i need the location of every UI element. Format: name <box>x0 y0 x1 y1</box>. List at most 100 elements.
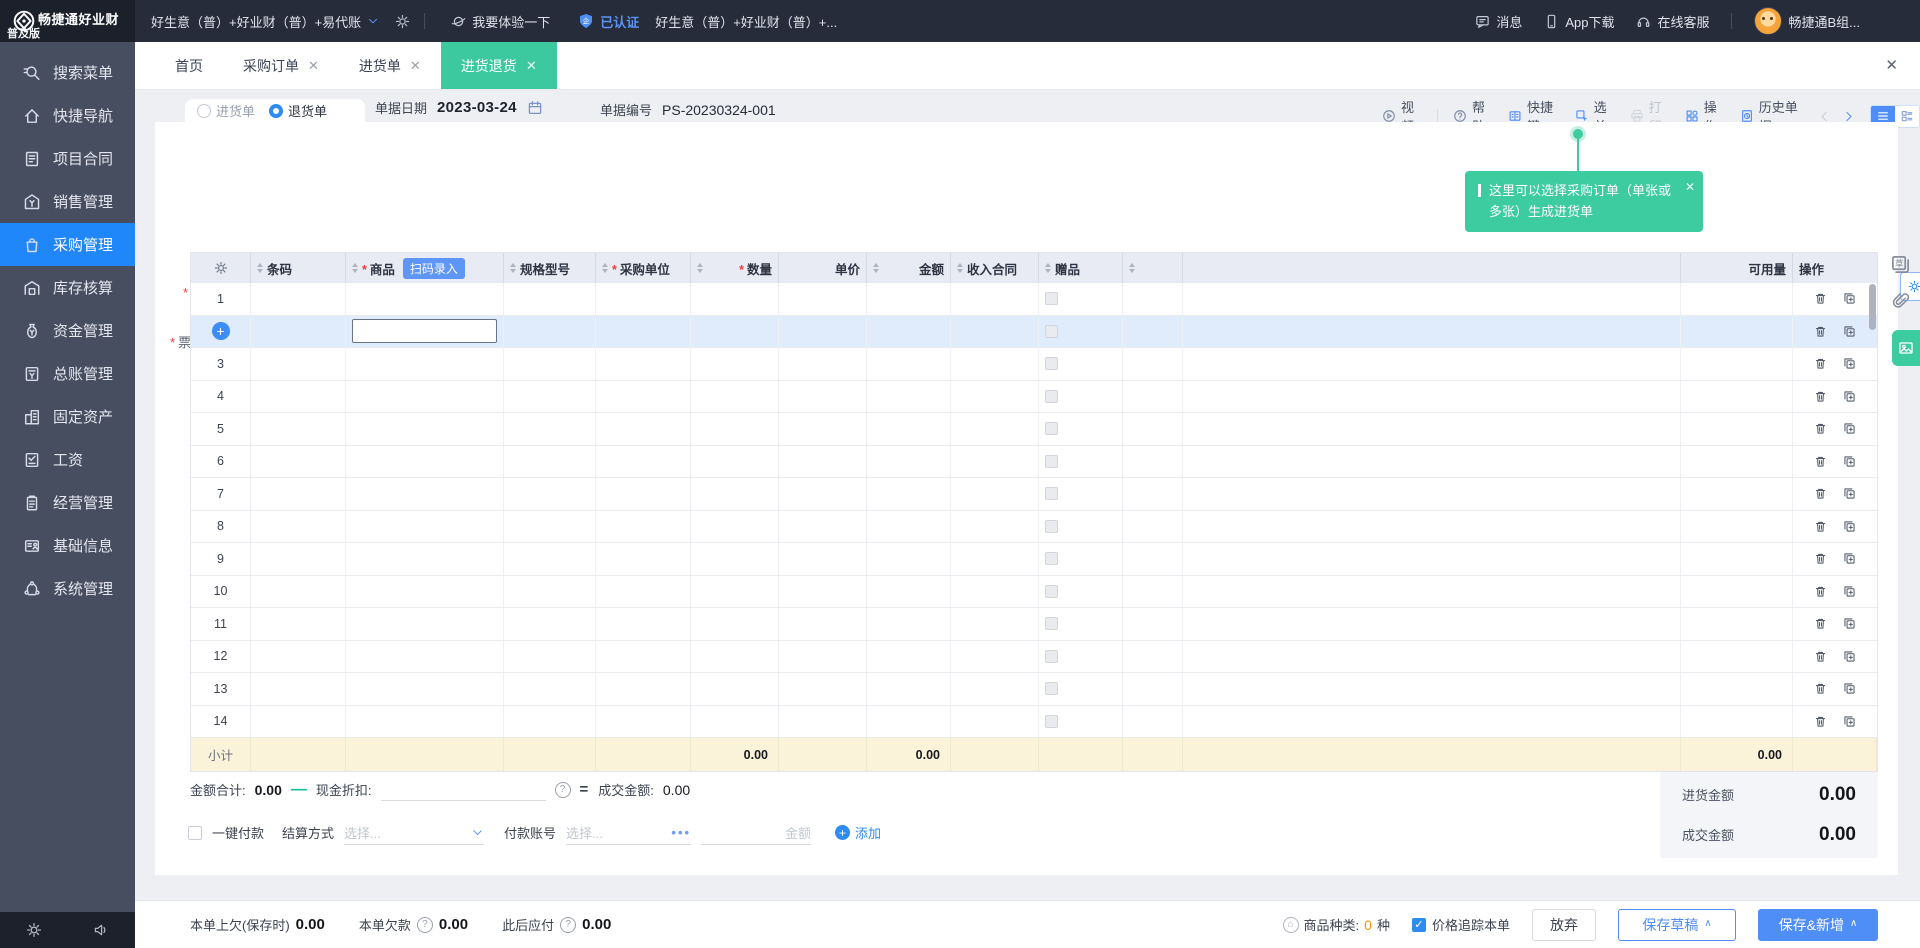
one-click-pay-checkbox[interactable] <box>188 826 202 840</box>
cash-discount-input[interactable] <box>381 778 546 801</box>
sort-icon[interactable] <box>352 263 358 273</box>
sort-icon[interactable] <box>697 263 703 273</box>
gift-checkbox[interactable] <box>1045 650 1058 663</box>
column-settings-icon[interactable] <box>214 261 228 275</box>
doc-type-radio-退货单[interactable]: 退货单 <box>269 101 327 120</box>
delete-row-icon[interactable] <box>1814 357 1827 370</box>
pay-account-field[interactable]: 选择... ••• <box>566 820 691 845</box>
calendar-icon[interactable] <box>527 100 543 116</box>
copy-row-icon[interactable] <box>1843 455 1856 468</box>
scan-entry-button[interactable]: 扫码录入 <box>403 258 465 279</box>
gift-checkbox[interactable] <box>1045 325 1058 338</box>
sidebar-item-搜索菜单[interactable]: 搜索菜单 <box>0 51 135 94</box>
delete-row-icon[interactable] <box>1814 650 1827 663</box>
sort-icon[interactable] <box>602 263 608 273</box>
copy-row-icon[interactable] <box>1843 390 1856 403</box>
doc-type-radio-进货单[interactable]: 进货单 <box>197 101 255 120</box>
gift-checkbox[interactable] <box>1045 617 1058 630</box>
product-combo[interactable]: 好生意（普）+好业财（普）+易代账 <box>151 12 379 31</box>
copy-row-icon[interactable] <box>1843 487 1856 500</box>
delete-row-icon[interactable] <box>1814 617 1827 630</box>
help-icon[interactable]: ? <box>560 917 576 933</box>
tooltip-close-icon[interactable]: ✕ <box>1685 178 1695 198</box>
sort-icon[interactable] <box>1045 263 1051 273</box>
gift-checkbox[interactable] <box>1045 520 1058 533</box>
tab-进货退货[interactable]: 进货退货✕ <box>441 42 557 89</box>
copy-row-icon[interactable] <box>1843 357 1856 370</box>
save-and-new-button[interactable]: 保存&新增∧ <box>1758 909 1878 941</box>
add-payment-button[interactable]: + 添加 <box>835 823 881 842</box>
draft-note-icon[interactable]: 草 <box>1890 254 1911 275</box>
delete-row-icon[interactable] <box>1814 325 1827 338</box>
gift-checkbox[interactable] <box>1045 487 1058 500</box>
trial-link[interactable]: 我要体验一下 <box>451 12 550 31</box>
sidebar-item-基础信息[interactable]: 基础信息 <box>0 524 135 567</box>
tab-进货单[interactable]: 进货单✕ <box>339 42 441 89</box>
table-row[interactable]: 14 <box>191 706 1877 739</box>
delete-row-icon[interactable] <box>1814 682 1827 695</box>
doc-date-value[interactable]: 2023-03-24 <box>437 99 517 116</box>
sort-icon[interactable] <box>957 263 963 273</box>
tab-首页[interactable]: 首页 <box>155 42 223 89</box>
close-icon[interactable]: ✕ <box>526 58 537 74</box>
gift-checkbox[interactable] <box>1045 682 1058 695</box>
screenshot-panel-icon[interactable] <box>1892 330 1920 366</box>
delete-row-icon[interactable] <box>1814 552 1827 565</box>
delete-row-icon[interactable] <box>1814 585 1827 598</box>
sidebar-item-总账管理[interactable]: 总账管理 <box>0 352 135 395</box>
table-row[interactable]: 12 <box>191 641 1877 674</box>
gift-checkbox[interactable] <box>1045 422 1058 435</box>
table-row[interactable]: 10 <box>191 576 1877 609</box>
nav-prev-icon[interactable] <box>1818 110 1831 123</box>
save-draft-button[interactable]: 保存草稿∧ <box>1618 909 1736 941</box>
delete-row-icon[interactable] <box>1814 292 1827 305</box>
help-icon[interactable]: ? <box>555 782 571 798</box>
pay-amount-input[interactable]: 金额 <box>701 820 811 845</box>
user-menu[interactable]: 畅捷通B组... <box>1754 7 1860 35</box>
settle-method-select[interactable]: 选择... <box>344 820 484 845</box>
table-row[interactable]: 13 <box>191 673 1877 706</box>
copy-row-icon[interactable] <box>1843 325 1856 338</box>
sidebar-item-采购管理[interactable]: 采购管理 <box>0 223 135 266</box>
gift-checkbox[interactable] <box>1045 552 1058 565</box>
sort-icon[interactable] <box>1129 263 1135 273</box>
copy-row-icon[interactable] <box>1843 585 1856 598</box>
product-cell-input[interactable] <box>352 319 497 343</box>
table-row[interactable]: 6 <box>191 446 1877 479</box>
gift-checkbox[interactable] <box>1045 455 1058 468</box>
abandon-button[interactable]: 放弃 <box>1532 909 1596 941</box>
nav-next-icon[interactable] <box>1842 110 1855 123</box>
sort-icon[interactable] <box>510 263 516 273</box>
sidebar-item-系统管理[interactable]: 系统管理 <box>0 567 135 610</box>
support-button[interactable]: 在线客服 <box>1636 12 1709 31</box>
copy-row-icon[interactable] <box>1843 422 1856 435</box>
table-row[interactable]: 9 <box>191 543 1877 576</box>
pay-account-picker-icon[interactable]: ••• <box>671 825 691 840</box>
add-row-icon[interactable]: + <box>212 322 230 340</box>
table-row[interactable]: 8 <box>191 511 1877 544</box>
account-combo[interactable]: 好生意（普）+好业财（普）+... <box>655 12 837 31</box>
chevron-down-icon[interactable] <box>471 826 484 839</box>
delete-row-icon[interactable] <box>1814 487 1827 500</box>
delete-row-icon[interactable] <box>1814 390 1827 403</box>
sidebar-item-固定资产[interactable]: 固定资产 <box>0 395 135 438</box>
table-row[interactable]: 1 <box>191 283 1877 316</box>
close-all-tabs-icon[interactable]: ✕ <box>1885 56 1898 74</box>
table-row[interactable]: 3 <box>191 348 1877 381</box>
messages-button[interactable]: 消息 <box>1475 12 1522 31</box>
copy-row-icon[interactable] <box>1843 682 1856 695</box>
chevron-down-icon[interactable] <box>367 15 379 27</box>
gift-checkbox[interactable] <box>1045 715 1058 728</box>
copy-row-icon[interactable] <box>1843 715 1856 728</box>
gift-checkbox[interactable] <box>1045 357 1058 370</box>
copy-row-icon[interactable] <box>1843 520 1856 533</box>
delete-row-icon[interactable] <box>1814 715 1827 728</box>
sidebar-item-销售管理[interactable]: 销售管理 <box>0 180 135 223</box>
sidebar-item-库存核算[interactable]: 库存核算 <box>0 266 135 309</box>
table-scrollbar[interactable] <box>1869 284 1876 330</box>
help-icon[interactable]: ? <box>417 917 433 933</box>
copy-row-icon[interactable] <box>1843 552 1856 565</box>
announce-icon[interactable] <box>93 922 109 938</box>
gear-icon[interactable] <box>395 14 410 29</box>
gear-icon[interactable] <box>26 922 42 938</box>
